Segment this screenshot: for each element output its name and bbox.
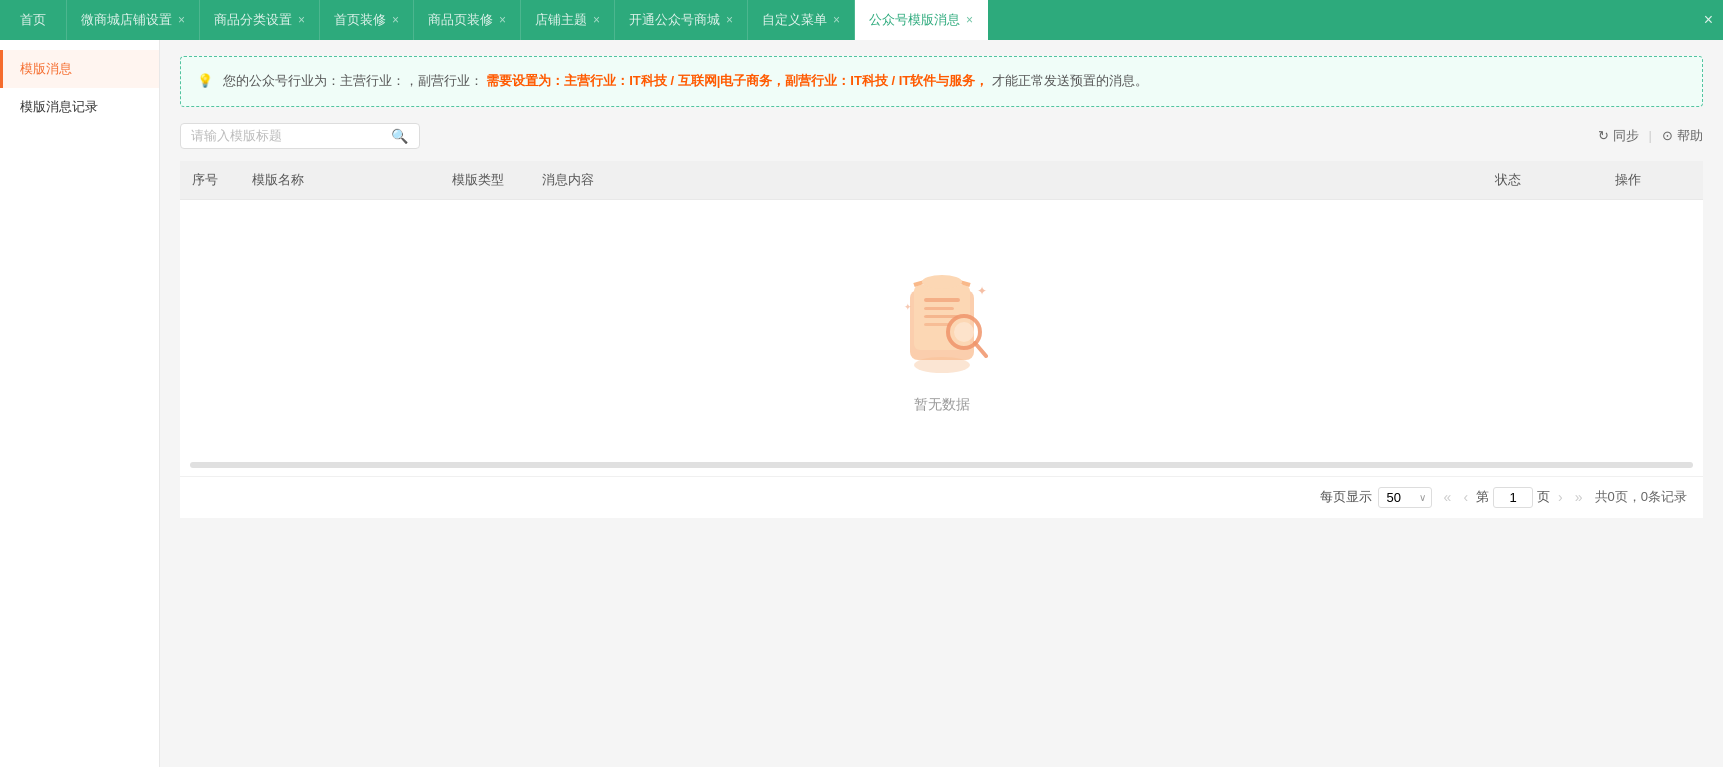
- sidebar-item-template-msg-log[interactable]: 模版消息记录: [0, 88, 159, 126]
- help-icon: ⊙: [1662, 128, 1673, 143]
- svg-point-9: [954, 322, 974, 342]
- notice-box: 💡 您的公众号行业为：主营行业：，副营行业： 需要设置为：主营行业：IT科技 /…: [180, 56, 1703, 107]
- tab-homepage-label: 首页装修: [334, 11, 386, 29]
- sidebar-item-template-msg[interactable]: 模版消息: [0, 50, 159, 88]
- page-size-wrap[interactable]: 50 10 20 100: [1378, 487, 1432, 508]
- content-area: 💡 您的公众号行业为：主营行业：，副营行业： 需要设置为：主营行业：IT科技 /…: [160, 40, 1723, 767]
- notice-prefix: 您的公众号行业为：主营行业：，副营行业：: [223, 73, 483, 88]
- notice-icon: 💡: [197, 73, 213, 88]
- prev-page-button[interactable]: ‹: [1459, 487, 1472, 507]
- page-unit-label: 页: [1537, 488, 1550, 506]
- notice-suffix: 才能正常发送预置的消息。: [992, 73, 1148, 88]
- search-input[interactable]: [191, 128, 391, 143]
- tab-templatemsg[interactable]: 公众号模版消息 ×: [855, 0, 988, 40]
- first-page-button[interactable]: «: [1440, 487, 1456, 507]
- page-prefix-label: 第: [1476, 488, 1489, 506]
- empty-icon: ✦ ✦: [882, 260, 1002, 380]
- close-weshop-icon[interactable]: ×: [178, 13, 185, 27]
- sync-icon: ↻: [1598, 128, 1609, 143]
- page-nav: « ‹ 第 页 › »: [1440, 487, 1587, 508]
- svg-rect-5: [924, 315, 958, 318]
- col-status: 状态: [1483, 161, 1603, 200]
- tab-productpage[interactable]: 商品页装修 ×: [414, 0, 521, 40]
- search-input-wrap[interactable]: 🔍: [180, 123, 420, 149]
- close-category-icon[interactable]: ×: [298, 13, 305, 27]
- col-index: 序号: [180, 161, 240, 200]
- tab-home[interactable]: 首页: [0, 0, 67, 40]
- tab-custommenu[interactable]: 自定义菜单 ×: [748, 0, 855, 40]
- page-size-select: 每页显示 50 10 20 100: [1320, 487, 1432, 508]
- data-table: 序号 模版名称 模版类型 消息内容 状态 操作: [180, 161, 1703, 200]
- col-content: 消息内容: [530, 161, 1483, 200]
- total-info: 共0页，0条记录: [1595, 488, 1687, 506]
- col-name: 模版名称: [240, 161, 440, 200]
- table-header-row: 序号 模版名称 模版类型 消息内容 状态 操作: [180, 161, 1703, 200]
- action-divider: |: [1649, 128, 1652, 143]
- scrollbar-track[interactable]: [190, 462, 1693, 468]
- close-theme-icon[interactable]: ×: [593, 13, 600, 27]
- sidebar-item-template-msg-log-label: 模版消息记录: [20, 99, 98, 114]
- tab-category-label: 商品分类设置: [214, 11, 292, 29]
- help-label: 帮助: [1677, 127, 1703, 145]
- notice-highlight: 需要设置为：主营行业：IT科技 / 互联网|电子商务，副营行业：IT科技 / I…: [486, 73, 988, 88]
- search-bar: 🔍 ↻ 同步 | ⊙ 帮助: [180, 123, 1703, 149]
- close-all-button[interactable]: ×: [1704, 11, 1713, 29]
- page-size-dropdown[interactable]: 50 10 20 100: [1378, 487, 1432, 508]
- tab-theme[interactable]: 店铺主题 ×: [521, 0, 615, 40]
- svg-text:✦: ✦: [904, 302, 912, 312]
- tab-weshop-label: 微商城店铺设置: [81, 11, 172, 29]
- search-icon[interactable]: 🔍: [391, 128, 408, 144]
- sidebar-item-template-msg-label: 模版消息: [20, 61, 72, 76]
- close-templatemsg-icon[interactable]: ×: [966, 13, 973, 27]
- sidebar: 模版消息 模版消息记录: [0, 40, 160, 767]
- main-layout: 模版消息 模版消息记录 💡 您的公众号行业为：主营行业：，副营行业： 需要设置为…: [0, 40, 1723, 767]
- tab-home-label: 首页: [20, 11, 46, 29]
- topbar: 首页 微商城店铺设置 × 商品分类设置 × 首页装修 × 商品页装修 × 店铺主…: [0, 0, 1723, 40]
- next-page-button[interactable]: ›: [1554, 487, 1567, 507]
- scrollbar-area: [180, 454, 1703, 476]
- col-type: 模版类型: [440, 161, 530, 200]
- empty-text: 暂无数据: [914, 396, 970, 414]
- tab-custommenu-label: 自定义菜单: [762, 11, 827, 29]
- sync-label: 同步: [1613, 127, 1639, 145]
- tab-category[interactable]: 商品分类设置 ×: [200, 0, 320, 40]
- page-size-label: 每页显示: [1320, 488, 1372, 506]
- tab-weshop[interactable]: 微商城店铺设置 ×: [67, 0, 200, 40]
- tab-openchannel[interactable]: 开通公众号商城 ×: [615, 0, 748, 40]
- svg-rect-4: [924, 307, 954, 310]
- empty-state: ✦ ✦ 暂无数据: [180, 200, 1703, 454]
- svg-rect-6: [924, 323, 950, 326]
- col-action: 操作: [1603, 161, 1703, 200]
- close-homepage-icon[interactable]: ×: [392, 13, 399, 27]
- page-number-input[interactable]: [1493, 487, 1533, 508]
- close-productpage-icon[interactable]: ×: [499, 13, 506, 27]
- svg-text:✦: ✦: [977, 284, 987, 298]
- search-actions: ↻ 同步 | ⊙ 帮助: [1598, 127, 1703, 145]
- svg-rect-3: [924, 298, 960, 302]
- tab-templatemsg-label: 公众号模版消息: [869, 11, 960, 29]
- tab-productpage-label: 商品页装修: [428, 11, 493, 29]
- close-custommenu-icon[interactable]: ×: [833, 13, 840, 27]
- tab-homepage[interactable]: 首页装修 ×: [320, 0, 414, 40]
- close-openchannel-icon[interactable]: ×: [726, 13, 733, 27]
- svg-line-10: [975, 343, 986, 356]
- svg-point-7: [922, 275, 962, 289]
- sync-button[interactable]: ↻ 同步: [1598, 127, 1639, 145]
- tab-openchannel-label: 开通公众号商城: [629, 11, 720, 29]
- help-button[interactable]: ⊙ 帮助: [1662, 127, 1703, 145]
- last-page-button[interactable]: »: [1571, 487, 1587, 507]
- tab-theme-label: 店铺主题: [535, 11, 587, 29]
- pagination: 每页显示 50 10 20 100 « ‹ 第 页 › »: [180, 476, 1703, 518]
